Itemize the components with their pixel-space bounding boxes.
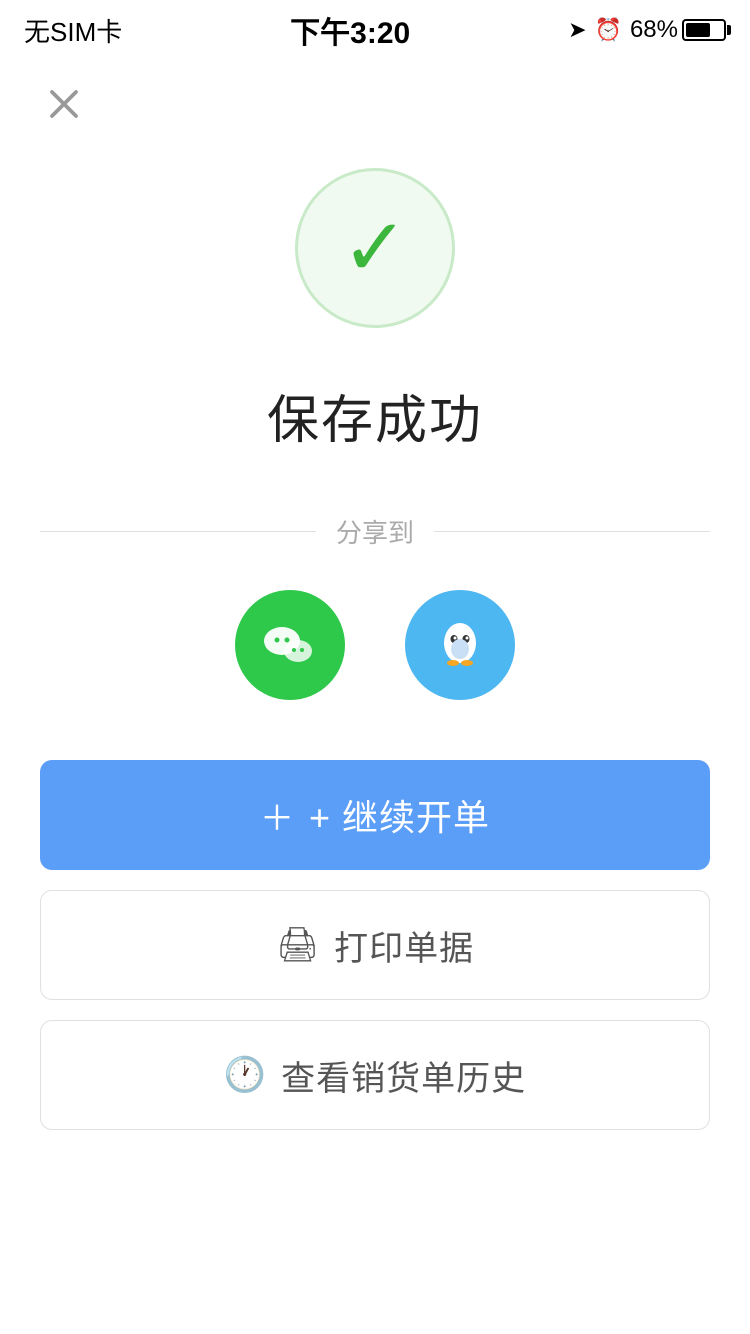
print-label: 打印单据 bbox=[334, 921, 474, 970]
print-button[interactable]: 🖨 打印单据 bbox=[40, 890, 710, 1000]
close-row bbox=[0, 60, 750, 138]
history-button[interactable]: 🕐 查看销货单历史 bbox=[40, 1020, 710, 1130]
carrier-text: 无SIM卡 bbox=[24, 12, 122, 49]
status-right: ➤ ⏰ 68% bbox=[568, 16, 726, 44]
share-label: 分享到 bbox=[336, 513, 414, 550]
status-left: 无SIM卡 bbox=[24, 12, 132, 49]
status-time: 下午3:20 bbox=[290, 8, 410, 52]
alarm-icon: ⏰ bbox=[595, 17, 622, 43]
battery-text: 68% bbox=[630, 16, 678, 44]
buttons-section: ＋ + 继续开单 🖨 打印单据 🕐 查看销货单历史 bbox=[40, 760, 710, 1130]
printer-icon: 🖨 bbox=[276, 925, 320, 965]
plus-icon: ＋ bbox=[260, 791, 295, 840]
close-button[interactable] bbox=[40, 80, 88, 128]
share-icons-row bbox=[235, 590, 515, 700]
continue-label: + 继续开单 bbox=[309, 789, 490, 841]
success-title: 保存成功 bbox=[267, 378, 483, 453]
qq-share-button[interactable] bbox=[405, 590, 515, 700]
continue-button[interactable]: ＋ + 继续开单 bbox=[40, 760, 710, 870]
success-icon-circle: ✓ bbox=[295, 168, 455, 328]
share-divider-row: 分享到 bbox=[40, 513, 710, 550]
status-bar: 无SIM卡 下午3:20 ➤ ⏰ 68% bbox=[0, 0, 750, 60]
history-label: 查看销货单历史 bbox=[281, 1051, 526, 1100]
battery: 68% bbox=[630, 16, 726, 44]
main-content: ✓ 保存成功 分享到 bbox=[0, 138, 750, 1334]
clock-icon: 🕐 bbox=[224, 1055, 267, 1095]
checkmark-icon: ✓ bbox=[341, 208, 408, 288]
wechat-share-button[interactable] bbox=[235, 590, 345, 700]
battery-icon bbox=[682, 19, 726, 41]
divider-left bbox=[40, 531, 316, 532]
share-section: 分享到 bbox=[40, 513, 710, 700]
divider-right bbox=[434, 531, 710, 532]
location-icon: ➤ bbox=[568, 17, 586, 43]
